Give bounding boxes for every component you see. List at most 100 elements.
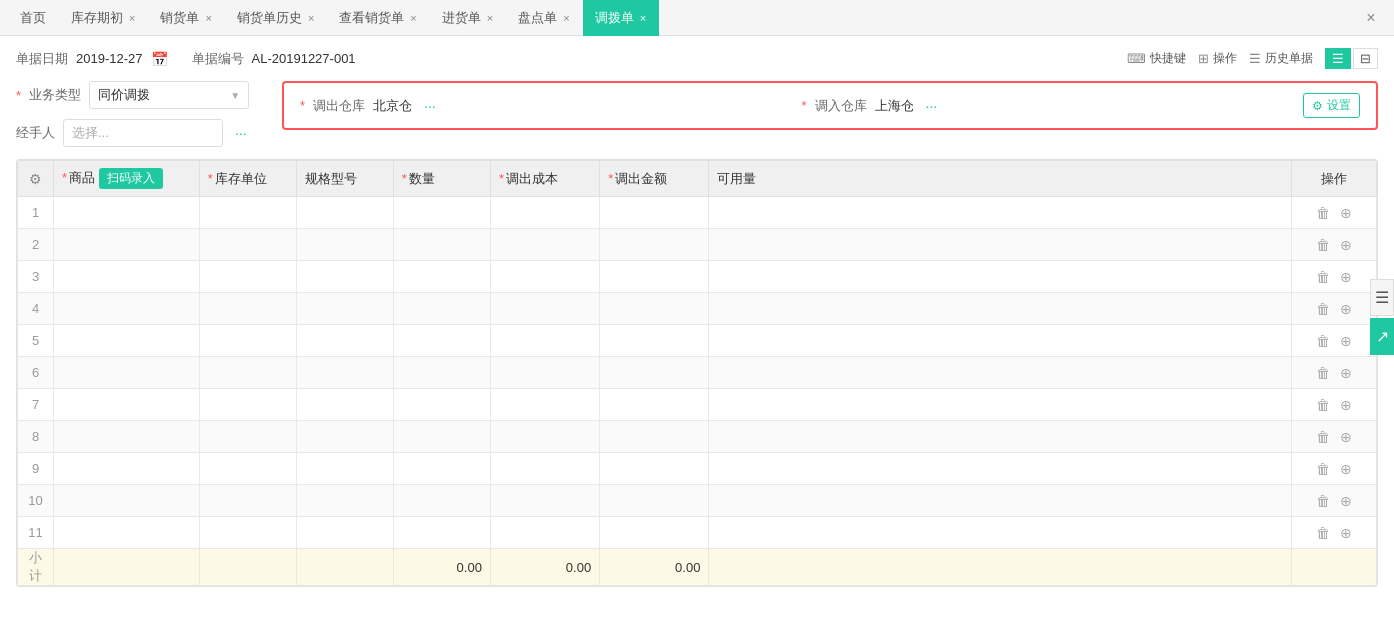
row-2-available[interactable] xyxy=(709,229,1292,261)
handler-select[interactable]: 选择... xyxy=(63,119,223,147)
row-10-amount[interactable] xyxy=(600,485,709,517)
row-4-cost[interactable] xyxy=(490,293,599,325)
row-1-product[interactable] xyxy=(54,197,200,229)
row-11-available[interactable] xyxy=(709,517,1292,549)
row-7-amount[interactable] xyxy=(600,389,709,421)
delete-icon-9[interactable]: 🗑 xyxy=(1316,461,1330,477)
tab-inventory-check[interactable]: 盘点单 × xyxy=(506,0,582,36)
row-8-spec[interactable] xyxy=(296,421,393,453)
tab-purchase-order[interactable]: 进货单 × xyxy=(430,0,506,36)
copy-icon-6[interactable]: ⊕ xyxy=(1340,365,1352,381)
row-5-spec[interactable] xyxy=(296,325,393,357)
row-1-amount[interactable] xyxy=(600,197,709,229)
row-2-unit[interactable] xyxy=(199,229,296,261)
row-3-cost[interactable] xyxy=(490,261,599,293)
copy-icon-3[interactable]: ⊕ xyxy=(1340,269,1352,285)
row-8-unit[interactable] xyxy=(199,421,296,453)
tab-view-sales[interactable]: 查看销货单 × xyxy=(327,0,429,36)
row-4-quantity[interactable] xyxy=(393,293,490,325)
row-4-unit[interactable] xyxy=(199,293,296,325)
row-5-cost[interactable] xyxy=(490,325,599,357)
row-8-product[interactable] xyxy=(54,421,200,453)
delete-icon-5[interactable]: 🗑 xyxy=(1316,333,1330,349)
row-5-amount[interactable] xyxy=(600,325,709,357)
history-button[interactable]: ☰ 历史单据 xyxy=(1249,50,1313,67)
row-1-quantity[interactable] xyxy=(393,197,490,229)
tab-sales-order-close[interactable]: × xyxy=(205,12,211,24)
row-3-product[interactable] xyxy=(54,261,200,293)
row-6-product[interactable] xyxy=(54,357,200,389)
row-10-cost[interactable] xyxy=(490,485,599,517)
row-10-unit[interactable] xyxy=(199,485,296,517)
copy-icon-4[interactable]: ⊕ xyxy=(1340,301,1352,317)
delete-icon-10[interactable]: 🗑 xyxy=(1316,493,1330,509)
tab-sales-history[interactable]: 销货单历史 × xyxy=(225,0,327,36)
business-type-select[interactable]: 同价调拨 ▼ xyxy=(89,81,249,109)
copy-icon-5[interactable]: ⊕ xyxy=(1340,333,1352,349)
row-5-quantity[interactable] xyxy=(393,325,490,357)
row-3-spec[interactable] xyxy=(296,261,393,293)
row-4-spec[interactable] xyxy=(296,293,393,325)
delete-icon-7[interactable]: 🗑 xyxy=(1316,397,1330,413)
row-5-unit[interactable] xyxy=(199,325,296,357)
calendar-icon[interactable]: 📅 xyxy=(151,51,168,67)
row-3-amount[interactable] xyxy=(600,261,709,293)
tab-view-sales-close[interactable]: × xyxy=(410,12,416,24)
row-11-quantity[interactable] xyxy=(393,517,490,549)
view-grid-button[interactable]: ⊟ xyxy=(1353,48,1378,69)
scan-barcode-button[interactable]: 扫码录入 xyxy=(99,168,163,189)
tab-inventory-init[interactable]: 库存期初 × xyxy=(59,0,148,36)
row-4-amount[interactable] xyxy=(600,293,709,325)
delete-icon-3[interactable]: 🗑 xyxy=(1316,269,1330,285)
row-7-product[interactable] xyxy=(54,389,200,421)
row-9-product[interactable] xyxy=(54,453,200,485)
delete-icon-1[interactable]: 🗑 xyxy=(1316,205,1330,221)
row-9-unit[interactable] xyxy=(199,453,296,485)
row-4-available[interactable] xyxy=(709,293,1292,325)
row-6-spec[interactable] xyxy=(296,357,393,389)
row-11-cost[interactable] xyxy=(490,517,599,549)
row-8-cost[interactable] xyxy=(490,421,599,453)
copy-icon-7[interactable]: ⊕ xyxy=(1340,397,1352,413)
row-8-available[interactable] xyxy=(709,421,1292,453)
delete-icon-4[interactable]: 🗑 xyxy=(1316,301,1330,317)
row-8-amount[interactable] xyxy=(600,421,709,453)
warehouse-out-more-button[interactable]: ··· xyxy=(420,98,440,114)
row-10-spec[interactable] xyxy=(296,485,393,517)
row-9-quantity[interactable] xyxy=(393,453,490,485)
row-2-cost[interactable] xyxy=(490,229,599,261)
row-9-cost[interactable] xyxy=(490,453,599,485)
tab-sales-order[interactable]: 销货单 × xyxy=(148,0,224,36)
row-6-unit[interactable] xyxy=(199,357,296,389)
row-2-quantity[interactable] xyxy=(393,229,490,261)
tab-purchase-order-close[interactable]: × xyxy=(487,12,493,24)
handler-more-button[interactable]: ··· xyxy=(231,125,251,141)
row-7-quantity[interactable] xyxy=(393,389,490,421)
warehouse-in-more-button[interactable]: ··· xyxy=(922,98,942,114)
row-11-unit[interactable] xyxy=(199,517,296,549)
row-6-quantity[interactable] xyxy=(393,357,490,389)
row-8-quantity[interactable] xyxy=(393,421,490,453)
row-3-unit[interactable] xyxy=(199,261,296,293)
row-7-available[interactable] xyxy=(709,389,1292,421)
delete-icon-2[interactable]: 🗑 xyxy=(1316,237,1330,253)
row-6-cost[interactable] xyxy=(490,357,599,389)
window-close-button[interactable]: × xyxy=(1356,3,1386,33)
row-9-available[interactable] xyxy=(709,453,1292,485)
delete-icon-11[interactable]: 🗑 xyxy=(1316,525,1330,541)
sidebar-list-icon[interactable]: ☰ xyxy=(1370,279,1394,316)
row-5-product[interactable] xyxy=(54,325,200,357)
copy-icon-8[interactable]: ⊕ xyxy=(1340,429,1352,445)
row-1-spec[interactable] xyxy=(296,197,393,229)
copy-icon-9[interactable]: ⊕ xyxy=(1340,461,1352,477)
row-2-amount[interactable] xyxy=(600,229,709,261)
row-7-cost[interactable] xyxy=(490,389,599,421)
row-9-spec[interactable] xyxy=(296,453,393,485)
row-10-available[interactable] xyxy=(709,485,1292,517)
copy-icon-10[interactable]: ⊕ xyxy=(1340,493,1352,509)
row-7-spec[interactable] xyxy=(296,389,393,421)
tab-inventory-init-close[interactable]: × xyxy=(129,12,135,24)
tab-home[interactable]: 首页 xyxy=(8,0,59,36)
row-6-available[interactable] xyxy=(709,357,1292,389)
row-10-product[interactable] xyxy=(54,485,200,517)
